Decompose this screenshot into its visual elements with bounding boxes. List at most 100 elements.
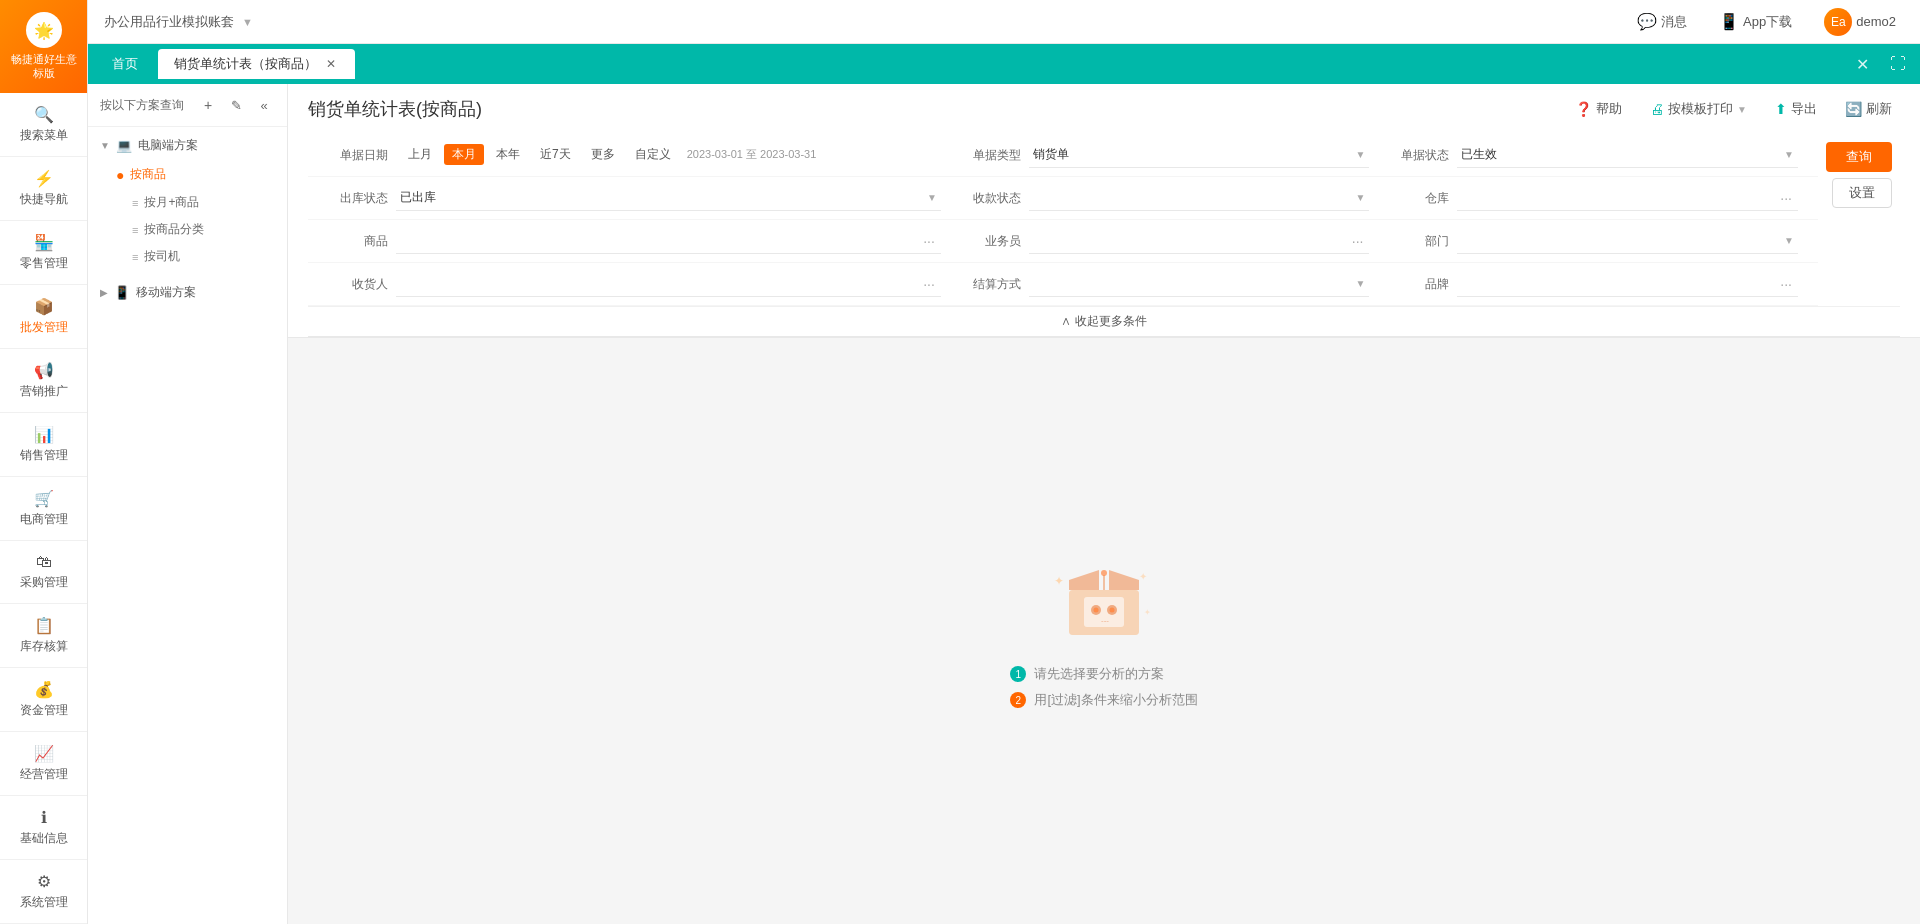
sidebar-item-sales[interactable]: 📊 销售管理 (0, 413, 87, 477)
tab-close-icon[interactable]: ✕ (323, 56, 339, 72)
payment-dropdown-icon: ▼ (1356, 278, 1366, 289)
panel-add-btn[interactable]: + (197, 94, 219, 116)
doc-status-control[interactable]: 已生效 ▼ (1457, 142, 1798, 168)
sidebar-item-purchase[interactable]: 🛍 采购管理 (0, 541, 87, 604)
tab-home[interactable]: 首页 (96, 49, 154, 79)
product-label: 商品 (328, 233, 396, 250)
system-icon: ⚙ (4, 872, 83, 891)
tree-sub-by-month-product[interactable]: ≡ 按月+商品 (88, 189, 287, 216)
inventory-icon: 📋 (4, 616, 83, 635)
panel-collapse-btn[interactable]: « (253, 94, 275, 116)
collapse-row[interactable]: ∧ 收起更多条件 (308, 306, 1900, 336)
refresh-btn[interactable]: 🔄 刷新 (1837, 96, 1900, 122)
warehouse-control[interactable]: ··· (1457, 185, 1798, 211)
date-filter-control[interactable]: 上月 本月 本年 近7天 更多 自定义 2023-03-01 至 2023-03… (396, 142, 941, 168)
payment-label: 结算方式 (961, 276, 1029, 293)
content-area: 按以下方案查询 + ✎ « ▼ 💻 电脑端方案 (88, 84, 1920, 924)
sidebar-item-inventory[interactable]: 📋 库存核算 (0, 604, 87, 668)
industry-dropdown-icon[interactable]: ▼ (242, 16, 253, 28)
search-button[interactable]: 查询 (1826, 142, 1892, 172)
out-status-value: 已出库 (400, 189, 927, 206)
basic-info-icon: ℹ (4, 808, 83, 827)
warehouse-dots-icon[interactable]: ··· (1778, 190, 1794, 206)
sidebar-item-marketing[interactable]: 📢 营销推广 (0, 349, 87, 413)
doc-type-control[interactable]: 销货单 ▼ (1029, 142, 1370, 168)
sales-icon: 📊 (4, 425, 83, 444)
filter-staff-col: 业务员 ··· (961, 228, 1370, 254)
sidebar-item-quick-nav[interactable]: ⚡ 快捷导航 (0, 157, 87, 221)
receiver-dots-icon[interactable]: ··· (921, 276, 937, 292)
tree-sub-by-cashier[interactable]: ≡ 按司机 (88, 243, 287, 270)
print-dropdown-icon: ▼ (1737, 104, 1747, 115)
sub-icon-1: ≡ (132, 197, 138, 209)
tree-item-by-product[interactable]: ● 按商品 (88, 160, 287, 189)
tree-group-desktop[interactable]: ▼ 💻 电脑端方案 (88, 131, 287, 160)
filter-rows-area: 单据日期 上月 本月 本年 近7天 更多 自定义 (308, 134, 1818, 306)
dept-control[interactable]: ▼ (1457, 228, 1798, 254)
tip-1: 1 请先选择要分析的方案 (1010, 665, 1197, 683)
help-icon: ❓ (1575, 101, 1592, 117)
svg-marker-2 (1109, 570, 1139, 590)
date-range-text: 2023-03-01 至 2023-03-31 (687, 147, 817, 162)
left-panel-header: 按以下方案查询 + ✎ « (88, 84, 287, 127)
sidebar-item-finance[interactable]: 💰 资金管理 (0, 668, 87, 732)
staff-dots-icon[interactable]: ··· (1350, 233, 1366, 249)
sidebar-item-search[interactable]: 🔍 搜索菜单 (0, 93, 87, 157)
refresh-label: 刷新 (1866, 100, 1892, 118)
product-dots-icon[interactable]: ··· (921, 233, 937, 249)
tab-maximize-btn[interactable]: ⛶ (1884, 50, 1912, 78)
desktop-group-label: 电脑端方案 (138, 137, 198, 154)
sidebar-item-retail[interactable]: 🏪 零售管理 (0, 221, 87, 285)
date-more[interactable]: 更多 (583, 144, 623, 165)
date-label: 单据日期 (328, 147, 396, 164)
print-label: 按模板打印 (1668, 100, 1733, 118)
purchase-icon: 🛍 (4, 553, 83, 571)
user-profile-btn[interactable]: Ea demo2 (1816, 4, 1904, 40)
panel-edit-btn[interactable]: ✎ (225, 94, 247, 116)
tab-sales-stat[interactable]: 销货单统计表（按商品） ✕ (158, 49, 355, 79)
date-this-month[interactable]: 本月 (444, 144, 484, 165)
app-download-btn[interactable]: 📱 App下载 (1711, 8, 1800, 35)
print-icon: 🖨 (1650, 101, 1664, 117)
date-7days[interactable]: 近7天 (532, 144, 579, 165)
receiver-control[interactable]: ··· (396, 271, 941, 297)
payment-control[interactable]: ▼ (1029, 271, 1370, 297)
tree-group-mobile[interactable]: ▶ 📱 移动端方案 (88, 278, 287, 307)
out-status-control[interactable]: 已出库 ▼ (396, 185, 941, 211)
sidebar-item-wholesale[interactable]: 📦 批发管理 (0, 285, 87, 349)
sidebar-item-system[interactable]: ⚙ 系统管理 (0, 860, 87, 924)
brand-control[interactable]: ··· (1457, 271, 1798, 297)
collect-status-control[interactable]: ▼ (1029, 185, 1370, 211)
page-actions: ❓ 帮助 🖨 按模板打印 ▼ ⬆ 导出 🔄 (1567, 96, 1900, 122)
tab-close-window-btn[interactable]: ✕ (1848, 50, 1876, 78)
out-status-dropdown-icon: ▼ (927, 192, 937, 203)
settings-button[interactable]: 设置 (1832, 178, 1892, 208)
print-btn[interactable]: 🖨 按模板打印 ▼ (1642, 96, 1755, 122)
logo-area[interactable]: 🌟 畅捷通好生意 标版 (0, 0, 87, 93)
doc-type-label: 单据类型 (961, 147, 1029, 164)
tree-mobile-arrow: ▶ (100, 287, 108, 298)
main-area: 办公用品行业模拟账套 ▼ 💬 消息 📱 App下载 Ea demo2 首页 (88, 0, 1920, 924)
sidebar-item-ecommerce[interactable]: 🛒 电商管理 (0, 477, 87, 541)
message-btn[interactable]: 💬 消息 (1629, 8, 1695, 35)
date-custom[interactable]: 自定义 (627, 144, 679, 165)
doc-type-value: 销货单 (1033, 146, 1356, 163)
header-actions: 💬 消息 📱 App下载 Ea demo2 (1629, 4, 1904, 40)
industry-selector[interactable]: 办公用品行业模拟账套 ▼ (104, 13, 253, 31)
date-tags: 上月 本月 本年 近7天 更多 自定义 2023-03-01 至 2023-03… (400, 144, 816, 165)
sidebar-item-management[interactable]: 📈 经营管理 (0, 732, 87, 796)
product-control[interactable]: ··· (396, 228, 941, 254)
tree-sub-by-category[interactable]: ≡ 按商品分类 (88, 216, 287, 243)
svg-point-7 (1094, 608, 1099, 613)
help-btn[interactable]: ❓ 帮助 (1567, 96, 1630, 122)
tip-text-2: 用[过滤]条件来缩小分析范围 (1034, 691, 1197, 709)
staff-control[interactable]: ··· (1029, 228, 1370, 254)
sidebar-item-basic-info[interactable]: ℹ 基础信息 (0, 796, 87, 860)
date-last-month[interactable]: 上月 (400, 144, 440, 165)
filter-row-2: 出库状态 已出库 ▼ 收款状态 (308, 177, 1818, 220)
export-btn[interactable]: ⬆ 导出 (1767, 96, 1825, 122)
page-header: 销货单统计表(按商品) ❓ 帮助 🖨 按模板打印 ▼ ⬆ (288, 84, 1920, 338)
brand-dots-icon[interactable]: ··· (1778, 276, 1794, 292)
filter-receiver-col: 收货人 ··· (328, 271, 941, 297)
date-this-year[interactable]: 本年 (488, 144, 528, 165)
